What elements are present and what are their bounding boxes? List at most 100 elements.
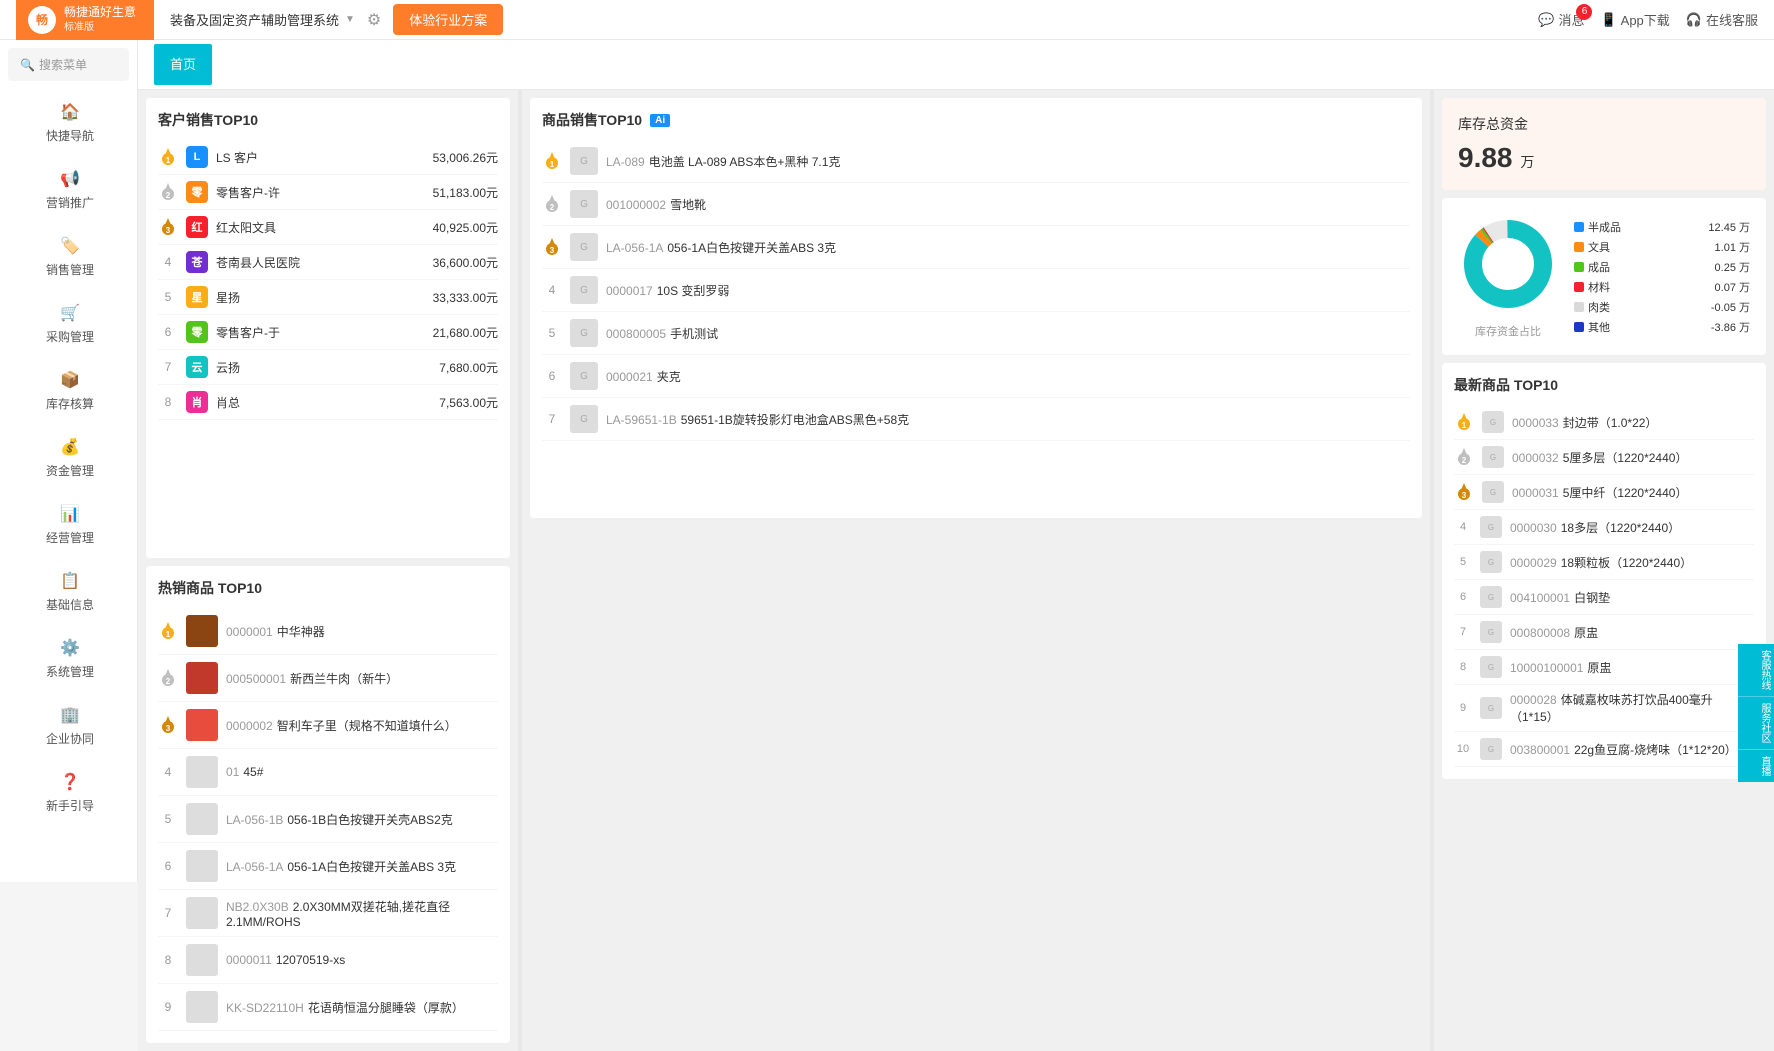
hot-item: 2 000500001新西兰牛肉（新牛） — [158, 655, 498, 702]
right-panel: 库存总资金 9.88 万 — [1434, 90, 1774, 1051]
system-select[interactable]: 装备及固定资产辅助管理系统 ▼ — [170, 10, 355, 29]
product-info: LA-59651-1B59651-1B旋转投影灯电池盒ABS黑色+58克 — [606, 411, 1410, 428]
message-button[interactable]: 💬 消息 6 — [1538, 10, 1584, 29]
rank-num: 8 — [158, 953, 178, 967]
chart-label: 库存资金占比 — [1458, 323, 1558, 339]
legend-name: 肉类 — [1588, 299, 1711, 315]
product-info: LA-056-1A056-1A白色按键开关盖ABS 3克 — [606, 239, 1410, 256]
sidebar-item-inventory[interactable]: 📦 库存核算 — [0, 357, 137, 424]
sidebar-item-guide[interactable]: ❓ 新手引导 — [0, 759, 137, 826]
customer-item: 7 云 云扬 7,680.00元 — [158, 350, 498, 385]
hot-product-info: 0000001中华神器 — [226, 623, 498, 640]
customer-top10-card: 客户销售TOP10 1 L LS 客户 53,006.26元 2 零 零售客户-… — [146, 98, 510, 558]
hot-thumb — [186, 803, 218, 835]
settings-icon[interactable]: ⚙ — [367, 10, 381, 30]
hot-thumb — [186, 615, 218, 647]
new-product-thumb: G — [1480, 516, 1502, 538]
new-product-name: 00380000122g鱼豆腐-烧烤味（1*12*20） — [1510, 741, 1754, 758]
rank-num: 4 — [542, 283, 562, 297]
legend-dot — [1574, 282, 1584, 292]
new-product-thumb: G — [1482, 481, 1504, 503]
new-product-item: 10 G 00380000122g鱼豆腐-烧烤味（1*12*20） — [1454, 732, 1754, 767]
rank-medal: 2 — [1454, 447, 1474, 467]
new-product-name: 10000100001原盅 — [1510, 659, 1754, 676]
product-sold-title: 商品销售TOP10 Ai — [542, 110, 1410, 130]
rank-num: 9 — [158, 1000, 178, 1014]
sidebar-item-sales[interactable]: 🏷️ 销售管理 — [0, 223, 137, 290]
new-product-item: 1 G 0000033封边带（1.0*22） — [1454, 405, 1754, 440]
main-content: 首页 客户销售TOP10 1 L LS 客户 53,006.26元 2 零 零售… — [138, 40, 1774, 1051]
rank-medal: 3 — [1454, 482, 1474, 502]
sidebar-item-operation[interactable]: 📊 经营管理 — [0, 491, 137, 558]
legend-dot — [1574, 222, 1584, 232]
sidebar-item-basic[interactable]: 📋 基础信息 — [0, 558, 137, 625]
sales-icon: 🏷️ — [59, 235, 81, 257]
legend-value: -3.86 万 — [1711, 319, 1750, 335]
operation-icon: 📊 — [59, 503, 81, 525]
rank-medal: 1 — [158, 621, 178, 641]
sidebar-item-finance[interactable]: 💰 资金管理 — [0, 424, 137, 491]
sidebar-item-system[interactable]: ⚙️ 系统管理 — [0, 625, 137, 692]
rank-num: 7 — [1454, 626, 1472, 638]
chat-button[interactable]: 客服热线 — [1738, 644, 1774, 697]
sidebar-item-marketing[interactable]: 📢 营销推广 — [0, 156, 137, 223]
customer-name: 苍南县人民医院 — [216, 254, 425, 271]
customer-item: 2 零 零售客户-许 51,183.00元 — [158, 175, 498, 210]
customer-avatar: 零 — [186, 181, 208, 203]
purchase-icon: 🛒 — [59, 302, 81, 324]
chat-buttons: 客服热线服务社区直播 — [1738, 644, 1774, 782]
trial-button[interactable]: 体验行业方案 — [393, 4, 503, 35]
product-info: 000001710S 变刮罗弱 — [606, 282, 1410, 299]
rank-medal: 1 — [542, 151, 562, 171]
legend-item: 材料 0.07 万 — [1574, 277, 1750, 297]
legend-dot — [1574, 302, 1584, 312]
new-product-item: 3 G 00000315厘中纤（1220*2440） — [1454, 475, 1754, 510]
legend-value: 0.25 万 — [1715, 259, 1750, 275]
rank-medal: 3 — [542, 237, 562, 257]
service-button[interactable]: 🎧 在线客服 — [1686, 10, 1758, 29]
sidebar-item-company[interactable]: 🏢 企业协同 — [0, 692, 137, 759]
hot-product-info: 0000002智利车子里（规格不知道填什么） — [226, 717, 498, 734]
marketing-icon: 📢 — [59, 168, 81, 190]
chat-button[interactable]: 直播 — [1738, 750, 1774, 782]
product-thumb: G — [570, 362, 598, 390]
product-item: 1 G LA-089电池盖 LA-089 ABS本色+黑种 7.1克 — [542, 140, 1410, 183]
sidebar-item-purchase[interactable]: 🛒 采购管理 — [0, 290, 137, 357]
legend-name: 半成品 — [1588, 219, 1708, 235]
customer-amount: 33,333.00元 — [433, 289, 498, 306]
message-badge: 6 — [1576, 4, 1592, 20]
product-info: LA-089电池盖 LA-089 ABS本色+黑种 7.1克 — [606, 153, 1410, 170]
content-area: 客户销售TOP10 1 L LS 客户 53,006.26元 2 零 零售客户-… — [138, 90, 1774, 1051]
search-menu[interactable]: 🔍 搜索菜单 — [8, 48, 129, 81]
rank-num: 6 — [158, 859, 178, 873]
hot-item: 7 NB2.0X30B2.0X30MM双搓花轴,搓花直径2.1MM/ROHS — [158, 890, 498, 937]
customer-top10-title: 客户销售TOP10 — [158, 110, 498, 130]
tab-home[interactable]: 首页 — [154, 44, 212, 85]
left-panel: 客户销售TOP10 1 L LS 客户 53,006.26元 2 零 零售客户-… — [138, 90, 518, 1051]
new-product-name: 00000315厘中纤（1220*2440） — [1512, 484, 1754, 501]
inventory-chart-section: 库存资金占比 半成品 12.45 万 文具 1.01 万 成品 0.25 万 材… — [1442, 198, 1766, 355]
hot-thumb — [186, 944, 218, 976]
customer-avatar: 肖 — [186, 391, 208, 413]
new-product-name: 000003018多层（1220*2440） — [1510, 519, 1754, 536]
donut-chart: 库存资金占比 — [1458, 214, 1558, 339]
hot-product-info: LA-056-1B056-1B白色按键开关壳ABS2克 — [226, 811, 498, 828]
new-product-name: 0000028体碱嘉枚味苏打饮品400毫升（1*15） — [1510, 691, 1754, 725]
svg-text:2: 2 — [166, 677, 171, 686]
rank-medal: 2 — [158, 668, 178, 688]
logo-icon: 畅 — [28, 6, 56, 34]
rank-num: 10 — [1454, 743, 1472, 755]
app-download-button[interactable]: 📱 App下载 — [1600, 10, 1669, 29]
chat-button[interactable]: 服务社区 — [1738, 697, 1774, 750]
mobile-icon: 📱 — [1600, 12, 1616, 28]
legend-name: 文具 — [1588, 239, 1715, 255]
customer-amount: 7,680.00元 — [439, 359, 498, 376]
customer-avatar: 星 — [186, 286, 208, 308]
new-product-thumb: G — [1480, 586, 1502, 608]
legend-dot — [1574, 242, 1584, 252]
product-thumb: G — [570, 405, 598, 433]
rank-medal: 2 — [158, 182, 178, 202]
product-item: 3 G LA-056-1A056-1A白色按键开关盖ABS 3克 — [542, 226, 1410, 269]
customer-avatar: L — [186, 146, 208, 168]
sidebar-item-nav[interactable]: 🏠 快捷导航 — [0, 89, 137, 156]
